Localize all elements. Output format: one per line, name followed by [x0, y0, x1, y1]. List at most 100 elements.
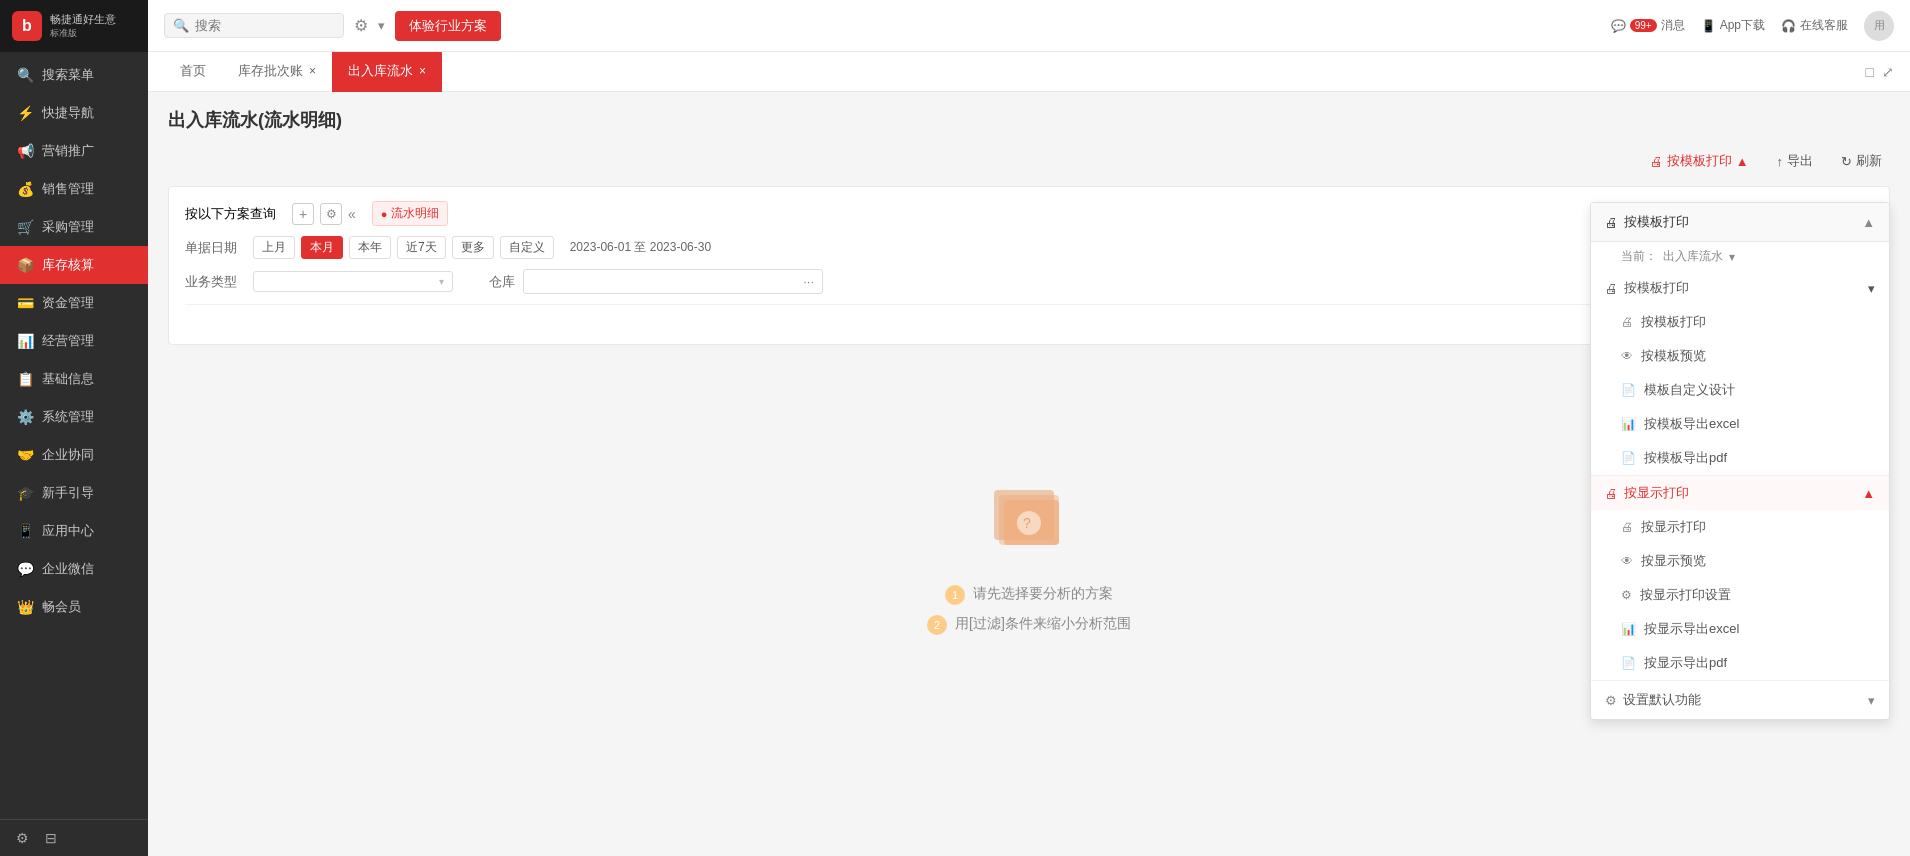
sidebar-item-guide[interactable]: 🎓 新手引导 [0, 474, 148, 512]
sidebar-label-purchase: 采购管理 [42, 218, 132, 236]
filter-add-btn[interactable]: + [292, 203, 314, 225]
dropdown-header-arrow[interactable]: ▲ [1862, 215, 1875, 230]
tab-minimize-btn[interactable]: □ [1866, 64, 1874, 80]
svg-text:?: ? [1023, 515, 1031, 531]
sidebar-item-basic[interactable]: 📋 基础信息 [0, 360, 148, 398]
refresh-btn[interactable]: ↻ 刷新 [1833, 148, 1890, 174]
arrow-up-icon: ▲ [1736, 154, 1749, 169]
sidebar-icon-shortcut: ⚡ [16, 105, 34, 121]
display-print-header[interactable]: 🖨 按显示打印 ▲ [1591, 476, 1889, 510]
sidebar-label-basic: 基础信息 [42, 370, 132, 388]
topbar-dropdown-icon[interactable]: ▾ [378, 18, 385, 33]
sidebar-label-guide: 新手引导 [42, 484, 132, 502]
topbar-icons: 💬 99+ 消息 📱 App下载 🎧 在线客服 用 [1611, 11, 1894, 41]
sidebar-item-wechat[interactable]: 💬 企业微信 [0, 550, 148, 588]
sidebar-label-enterprise: 企业协同 [42, 446, 132, 464]
topbar-gear-icon[interactable]: ⚙ [354, 16, 368, 35]
export-btn[interactable]: ↑ 导出 [1769, 148, 1822, 174]
trial-button[interactable]: 体验行业方案 [395, 11, 501, 41]
print-template-btn[interactable]: 🖨 按模板打印 ▲ [1642, 148, 1757, 174]
dropdown-header: 🖨 按模板打印 ▲ [1591, 203, 1889, 242]
sidebar-item-finance[interactable]: 💳 资金管理 [0, 284, 148, 322]
dropdown-item-display_export_excel[interactable]: 📊 按显示导出excel [1591, 612, 1889, 646]
filter-settings-btn[interactable]: ⚙ [320, 203, 342, 225]
tab-expand-btn[interactable]: ⤢ [1882, 64, 1894, 80]
sidebar-item-sales[interactable]: 💰 销售管理 [0, 170, 148, 208]
sidebar-label-operation: 经营管理 [42, 332, 132, 350]
search-icon: 🔍 [173, 18, 189, 33]
app-download-btn[interactable]: 📱 App下载 [1701, 17, 1765, 34]
sidebar-item-member[interactable]: 👑 畅会员 [0, 588, 148, 626]
dropdown-item-template_export_pdf[interactable]: 📄 按模板导出pdf [1591, 441, 1889, 475]
display-print-section: 🖨 按显示打印 ▲ 🖨 按显示打印 👁 按显示预览 ⚙ 按显示打印设置 📊 按显… [1591, 476, 1889, 681]
date-btn-更多[interactable]: 更多 [452, 236, 494, 259]
set-default-btn[interactable]: ⚙ 设置默认功能 ▾ [1591, 681, 1889, 719]
version-label: 标准版 [50, 27, 116, 40]
di-icon-display_print_item: 🖨 [1621, 520, 1633, 534]
warehouse-input[interactable]: ··· [523, 269, 823, 294]
sidebar-icon-marketing: 📢 [16, 143, 34, 159]
sidebar-item-appstore[interactable]: 📱 应用中心 [0, 512, 148, 550]
template-print-header[interactable]: 🖨 按模板打印 ▾ [1591, 271, 1889, 305]
date-btn-本月[interactable]: 本月 [301, 236, 343, 259]
template-print-section: 🖨 按模板打印 ▾ 🖨 按模板打印 👁 按模板预览 📄 模板自定义设计 📊 按模… [1591, 271, 1889, 476]
sidebar-toggle-icon[interactable]: ⊟ [45, 830, 57, 846]
date-range: 2023-06-01 至 2023-06-30 [570, 239, 711, 256]
sidebar-item-purchase[interactable]: 🛒 采购管理 [0, 208, 148, 246]
user-avatar[interactable]: 用 [1864, 11, 1894, 41]
sidebar-settings-icon[interactable]: ⚙ [16, 830, 29, 846]
app-download-label: App下载 [1720, 17, 1765, 34]
sidebar-label-finance: 资金管理 [42, 294, 132, 312]
di-icon-template_custom: 📄 [1621, 383, 1636, 397]
dropdown-item-display_print_settings[interactable]: ⚙ 按显示打印设置 [1591, 578, 1889, 612]
sidebar-icon-appstore: 📱 [16, 523, 34, 539]
dropdown-item-display_preview[interactable]: 👁 按显示预览 [1591, 544, 1889, 578]
date-btn-上月[interactable]: 上月 [253, 236, 295, 259]
search-input[interactable] [195, 18, 335, 33]
date-label: 单据日期 [185, 239, 237, 257]
empty-step-1: 1 请先选择要分析的方案 [945, 585, 1113, 605]
tab-flow[interactable]: 出入库流水 × [332, 52, 442, 92]
tab-batch[interactable]: 库存批次账 × [222, 52, 332, 92]
sidebar-label-system: 系统管理 [42, 408, 132, 426]
dropdown-item-template_print_item[interactable]: 🖨 按模板打印 [1591, 305, 1889, 339]
warehouse-label: 仓库 [489, 273, 515, 291]
dropdown-header-label: 按模板打印 [1624, 213, 1689, 231]
sidebar-item-enterprise[interactable]: 🤝 企业协同 [0, 436, 148, 474]
sidebar-item-shortcut[interactable]: ⚡ 快捷导航 [0, 94, 148, 132]
sidebar-item-search[interactable]: 🔍 搜索菜单 [0, 56, 148, 94]
tab-home[interactable]: 首页 [164, 52, 222, 92]
warehouse-more[interactable]: ··· [803, 274, 814, 289]
date-btn-本年[interactable]: 本年 [349, 236, 391, 259]
date-btn-自定义[interactable]: 自定义 [500, 236, 554, 259]
dropdown-item-template_custom[interactable]: 📄 模板自定义设计 [1591, 373, 1889, 407]
dropdown-item-display_export_pdf[interactable]: 📄 按显示导出pdf [1591, 646, 1889, 680]
sidebar-footer: ⚙ ⊟ [0, 819, 148, 856]
tab-flow-close[interactable]: × [419, 64, 426, 78]
di-label-display_export_pdf: 按显示导出pdf [1644, 654, 1727, 672]
di-icon-template_export_excel: 📊 [1621, 417, 1636, 431]
sidebar-item-operation[interactable]: 📊 经营管理 [0, 322, 148, 360]
dropdown-item-template_export_excel[interactable]: 📊 按模板导出excel [1591, 407, 1889, 441]
date-filter: 上月本月本年近7天更多自定义 [253, 236, 554, 259]
display-section-arrow: ▲ [1862, 486, 1875, 501]
di-label-display_print_settings: 按显示打印设置 [1640, 586, 1731, 604]
sidebar-item-marketing[interactable]: 📢 营销推广 [0, 132, 148, 170]
business-type-select[interactable]: ▾ [253, 271, 453, 292]
message-btn[interactable]: 💬 99+ 消息 [1611, 17, 1685, 34]
dropdown-item-display_print_item[interactable]: 🖨 按显示打印 [1591, 510, 1889, 544]
sidebar-item-system[interactable]: ⚙️ 系统管理 [0, 398, 148, 436]
filter-collapse-icon[interactable]: « [348, 206, 356, 222]
topbar-search-box[interactable]: 🔍 [164, 13, 344, 38]
date-btn-近7天[interactable]: 近7天 [397, 236, 446, 259]
dropdown-item-template_preview[interactable]: 👁 按模板预览 [1591, 339, 1889, 373]
message-badge: 99+ [1630, 19, 1657, 32]
dropdown-current-label: 当前： 出入库流水 ▾ [1591, 242, 1889, 271]
sidebar-item-inventory[interactable]: 📦 库存核算 [0, 246, 148, 284]
tab-batch-close[interactable]: × [309, 64, 316, 78]
online-service-icon: 🎧 [1781, 19, 1796, 33]
filter-actions: + ⚙ « [292, 203, 356, 225]
current-arrow[interactable]: ▾ [1729, 250, 1735, 264]
set-default-label: 设置默认功能 [1623, 691, 1701, 709]
online-service-btn[interactable]: 🎧 在线客服 [1781, 17, 1848, 34]
